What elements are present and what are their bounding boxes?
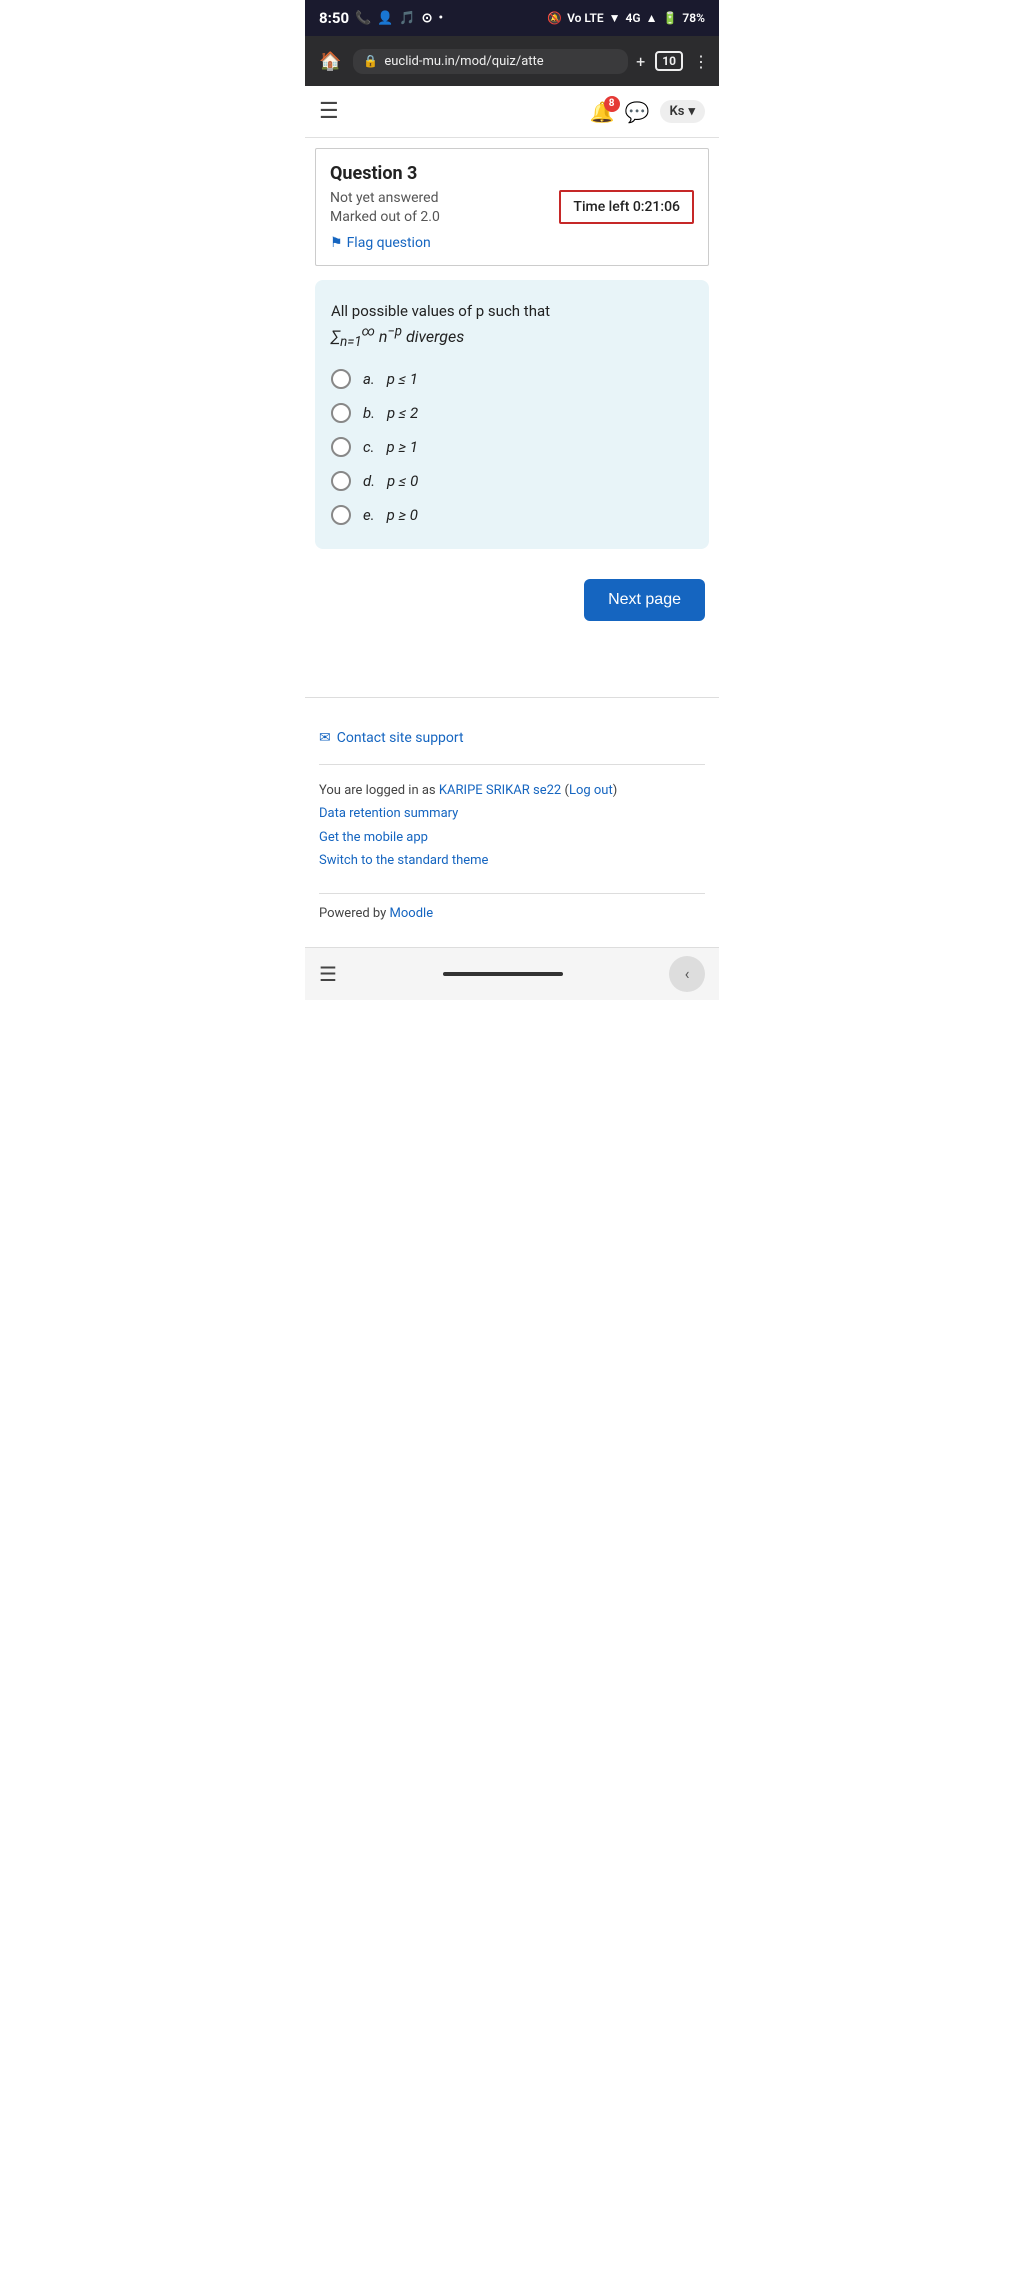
dot-icon: • bbox=[439, 11, 444, 26]
notification-wrapper: 🔔 8 bbox=[590, 100, 615, 124]
radio-b[interactable] bbox=[331, 403, 351, 423]
logged-in-label: You are logged in as bbox=[319, 783, 436, 798]
person-icon: 👤 bbox=[377, 11, 393, 26]
app-header: ☰ 🔔 8 💬 Ks ▾ bbox=[305, 86, 719, 138]
powered-by-text: Powered by bbox=[319, 906, 386, 921]
options-list: a. p ≤ 1 b. p ≤ 2 c. p ≥ 1 d. p ≤ 0 e. p… bbox=[331, 369, 693, 525]
header-right: 🔔 8 💬 Ks ▾ bbox=[590, 100, 705, 124]
phone-icon: 📞 bbox=[355, 11, 371, 26]
flag-icon: ⚑ bbox=[330, 235, 343, 251]
home-indicator bbox=[443, 972, 563, 976]
browser-bar: 🏠 🔒 euclid-mu.in/mod/quiz/atte + 10 ⋮ bbox=[305, 36, 719, 86]
user-dropdown-arrow: ▾ bbox=[688, 104, 695, 119]
question-content-box: All possible values of p such that ∑n=1∞… bbox=[315, 280, 709, 549]
tab-count[interactable]: 10 bbox=[655, 51, 683, 71]
flag-label: Flag question bbox=[347, 235, 431, 251]
status-right: 🔕 Vo LTE ▼ 4G ▲ 🔋 78% bbox=[547, 11, 705, 25]
battery-icon: 🔋 bbox=[662, 11, 677, 25]
option-b-text: p ≤ 2 bbox=[387, 404, 418, 422]
music-icon: 🎵 bbox=[399, 11, 415, 26]
envelope-icon: ✉ bbox=[319, 730, 331, 746]
footer-divider bbox=[319, 764, 705, 765]
flag-question-link[interactable]: ⚑ Flag question bbox=[330, 235, 431, 251]
notification-badge: 8 bbox=[604, 96, 620, 112]
next-page-button[interactable]: Next page bbox=[584, 579, 705, 621]
option-a-key: a. bbox=[363, 370, 375, 388]
option-c-key: c. bbox=[363, 438, 374, 456]
contact-support-link[interactable]: ✉ Contact site support bbox=[319, 730, 464, 746]
question-text: All possible values of p such that ∑n=1∞… bbox=[331, 300, 693, 353]
lock-icon: 🔒 bbox=[363, 54, 378, 68]
battery-level: 78% bbox=[682, 11, 705, 25]
radio-e[interactable] bbox=[331, 505, 351, 525]
option-c[interactable]: c. p ≥ 1 bbox=[331, 437, 693, 457]
timer-box: Time left 0:21:06 bbox=[559, 190, 694, 224]
data-retention-link[interactable]: Data retention summary bbox=[319, 806, 458, 821]
signal-label: 4G bbox=[626, 11, 641, 25]
question-main-text: All possible values of p such that bbox=[331, 302, 550, 320]
signal-bars: ▲ bbox=[646, 11, 658, 25]
mute-icon: 🔕 bbox=[547, 11, 562, 25]
question-card: Question 3 Not yet answered Marked out o… bbox=[315, 148, 709, 266]
wifi-icon: ▼ bbox=[609, 11, 621, 25]
option-e-text: p ≥ 0 bbox=[387, 506, 418, 524]
time-label: Time left 0:21:06 bbox=[573, 199, 680, 215]
powered-by: Powered by Moodle bbox=[319, 893, 705, 933]
option-d-key: d. bbox=[363, 472, 375, 490]
user-initials: Ks bbox=[670, 104, 685, 119]
footer: ✉ Contact site support You are logged in… bbox=[305, 697, 719, 947]
browser-home-button[interactable]: 🏠 bbox=[315, 47, 345, 76]
logout-link[interactable]: Log out bbox=[569, 783, 613, 798]
next-page-container: Next page bbox=[305, 563, 719, 637]
new-tab-icon[interactable]: + bbox=[636, 52, 645, 71]
url-bar[interactable]: 🔒 euclid-mu.in/mod/quiz/atte bbox=[353, 49, 628, 74]
logged-in-username[interactable]: KARIPE SRIKAR se22 bbox=[439, 783, 561, 798]
option-a-text: p ≤ 1 bbox=[387, 370, 418, 388]
option-e-key: e. bbox=[363, 506, 375, 524]
hamburger-menu-icon[interactable]: ☰ bbox=[319, 99, 339, 124]
question-label: Question bbox=[330, 163, 407, 184]
url-text: euclid-mu.in/mod/quiz/atte bbox=[384, 54, 543, 69]
back-button[interactable]: ‹ bbox=[669, 956, 705, 992]
option-b-key: b. bbox=[363, 404, 375, 422]
option-d[interactable]: d. p ≤ 0 bbox=[331, 471, 693, 491]
question-number: 3 bbox=[407, 163, 417, 184]
switch-theme-link[interactable]: Switch to the standard theme bbox=[319, 853, 488, 868]
option-c-text: p ≥ 1 bbox=[386, 438, 417, 456]
status-bar: 8:50 📞 👤 🎵 ⊙ • 🔕 Vo LTE ▼ 4G ▲ 🔋 78% bbox=[305, 0, 719, 36]
question-title: Question 3 bbox=[330, 163, 694, 184]
math-formula: ∑n=1∞ n−p diverges bbox=[331, 327, 464, 346]
bottom-nav: ☰ ‹ bbox=[305, 947, 719, 1000]
footer-logged-in: You are logged in as KARIPE SRIKAR se22 … bbox=[319, 779, 705, 873]
status-time: 8:50 bbox=[319, 9, 349, 27]
status-left: 8:50 📞 👤 🎵 ⊙ • bbox=[319, 9, 443, 27]
mobile-app-link[interactable]: Get the mobile app bbox=[319, 830, 428, 845]
circle-icon: ⊙ bbox=[422, 11, 433, 26]
radio-a[interactable] bbox=[331, 369, 351, 389]
more-options-icon[interactable]: ⋮ bbox=[693, 52, 709, 71]
bottom-menu-icon[interactable]: ☰ bbox=[319, 962, 337, 986]
option-e[interactable]: e. p ≥ 0 bbox=[331, 505, 693, 525]
radio-d[interactable] bbox=[331, 471, 351, 491]
radio-c[interactable] bbox=[331, 437, 351, 457]
option-a[interactable]: a. p ≤ 1 bbox=[331, 369, 693, 389]
browser-actions: + 10 ⋮ bbox=[636, 51, 709, 71]
moodle-link[interactable]: Moodle bbox=[390, 906, 434, 921]
chat-icon[interactable]: 💬 bbox=[625, 100, 650, 124]
option-b[interactable]: b. p ≤ 2 bbox=[331, 403, 693, 423]
contact-support-text: Contact site support bbox=[337, 730, 464, 746]
option-d-text: p ≤ 0 bbox=[387, 472, 418, 490]
user-badge[interactable]: Ks ▾ bbox=[660, 100, 705, 123]
lte-label: Vo LTE bbox=[567, 11, 604, 25]
